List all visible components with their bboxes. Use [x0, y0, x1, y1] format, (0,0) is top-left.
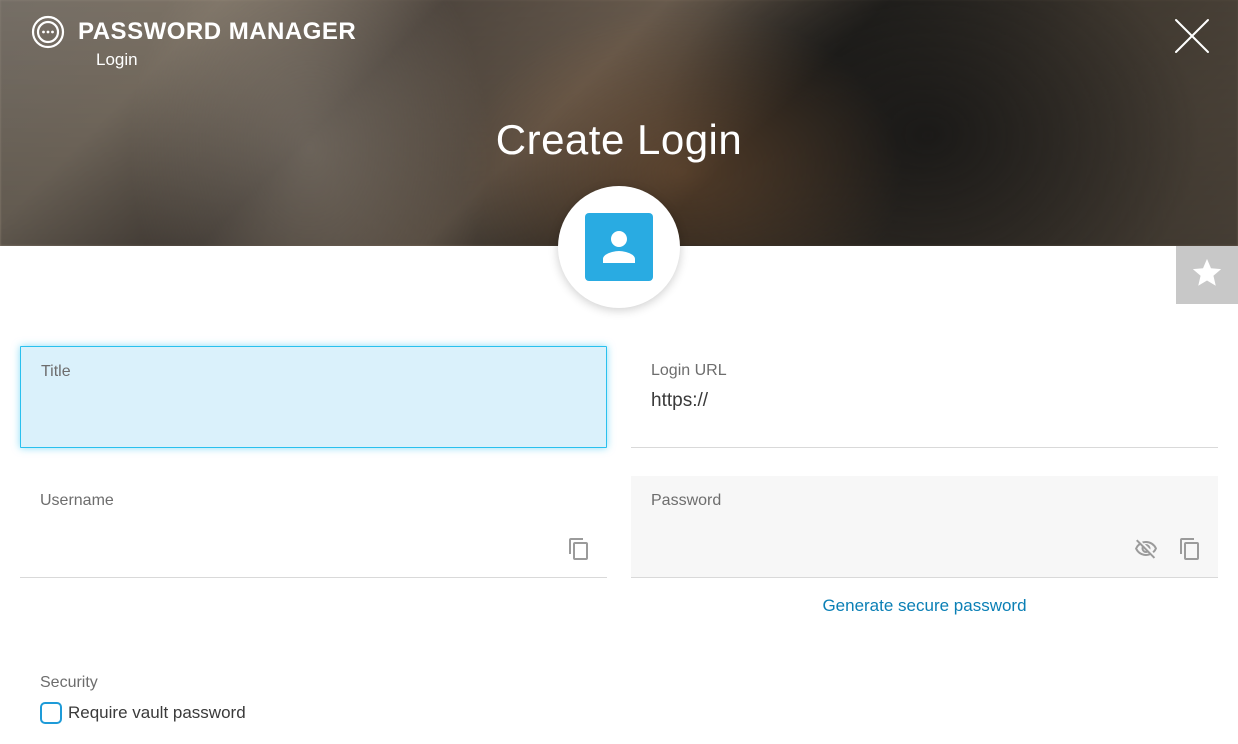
toggle-password-visibility-button[interactable]	[1132, 537, 1160, 565]
brand-title: PASSWORD MANAGER	[78, 18, 356, 46]
username-input[interactable]	[40, 516, 587, 546]
password-label: Password	[651, 492, 1198, 510]
copy-username-button[interactable]	[565, 537, 593, 565]
title-label: Title	[41, 363, 586, 381]
star-icon	[1190, 256, 1224, 295]
brand: PASSWORD MANAGER	[30, 14, 356, 50]
username-label: Username	[40, 492, 587, 510]
page-title: Create Login	[496, 116, 743, 164]
login-url-input[interactable]	[651, 386, 1198, 416]
username-field-wrapper[interactable]: Username	[20, 476, 607, 578]
close-icon	[1172, 16, 1212, 61]
person-icon	[585, 213, 653, 281]
require-vault-password-label: Require vault password	[68, 703, 246, 723]
security-heading: Security	[40, 674, 587, 692]
avatar-picker[interactable]	[558, 186, 680, 308]
brand-subtitle: Login	[96, 50, 138, 70]
checkbox-icon	[40, 702, 62, 724]
password-input[interactable]	[651, 516, 1198, 546]
require-vault-password-checkbox[interactable]: Require vault password	[40, 702, 587, 724]
login-url-field-wrapper[interactable]: Login URL	[631, 346, 1218, 448]
security-section: Security Require vault password	[20, 674, 607, 724]
copy-icon	[567, 537, 591, 566]
password-field-wrapper[interactable]: Password	[631, 476, 1218, 578]
generate-password-link[interactable]: Generate secure password	[822, 596, 1026, 615]
close-button[interactable]	[1162, 8, 1222, 68]
favorite-toggle[interactable]	[1176, 246, 1238, 304]
copy-icon	[1178, 537, 1202, 566]
brand-logo-icon	[30, 14, 66, 50]
title-input[interactable]	[41, 387, 586, 417]
login-url-label: Login URL	[651, 362, 1198, 380]
copy-password-button[interactable]	[1176, 537, 1204, 565]
eye-off-icon	[1134, 537, 1158, 566]
create-login-form: Title Login URL Username Password	[0, 246, 1238, 724]
title-field-wrapper[interactable]: Title	[20, 346, 607, 448]
